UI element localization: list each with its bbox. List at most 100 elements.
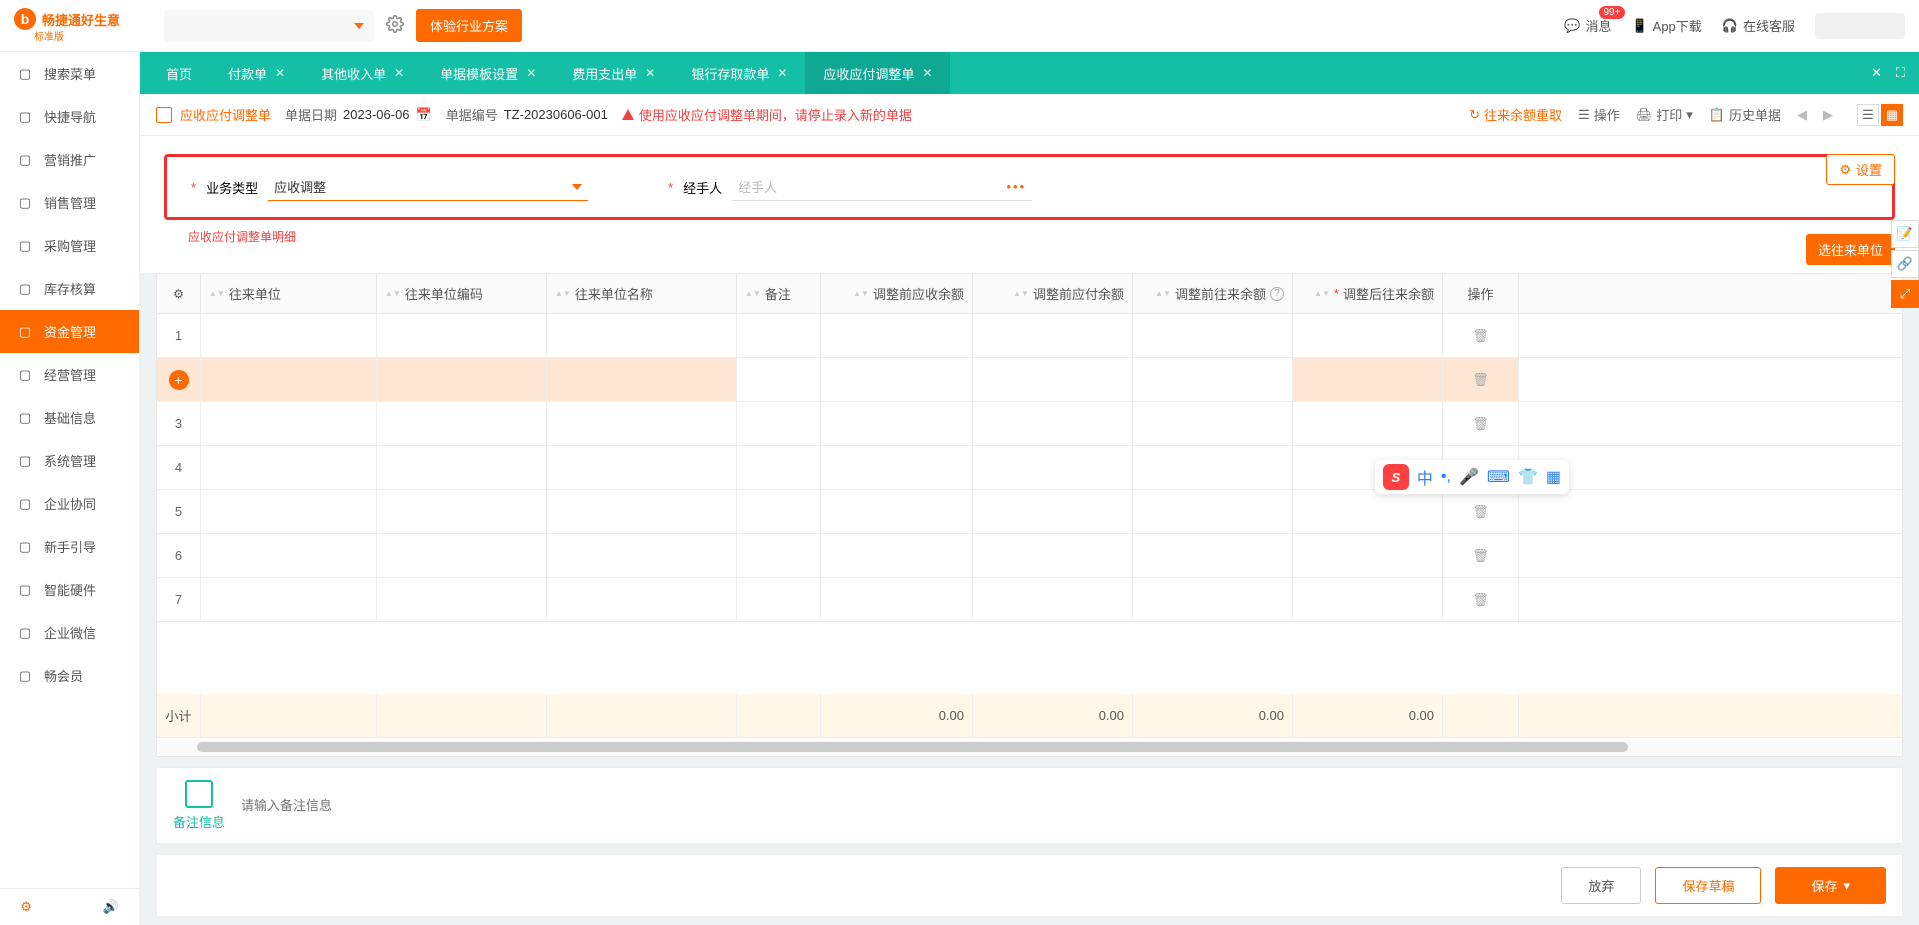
horizontal-scrollbar[interactable] xyxy=(157,740,1902,754)
tab[interactable]: 应收应付调整单✕ xyxy=(805,52,950,94)
biz-type-select[interactable]: 应收调整 xyxy=(268,173,588,201)
add-row-icon[interactable]: + xyxy=(169,370,189,390)
ime-toolbox-icon[interactable]: ▦ xyxy=(1546,467,1561,487)
more-icon[interactable]: ••• xyxy=(1007,179,1027,194)
sidebar-item-chart[interactable]: ▢经营管理 xyxy=(0,353,139,396)
tab[interactable]: 银行存取款单✕ xyxy=(673,52,805,94)
ime-mic-icon[interactable]: 🎤 xyxy=(1459,467,1479,487)
calendar-icon[interactable]: 📅 xyxy=(416,107,432,123)
view-grid[interactable]: ▦ xyxy=(1881,104,1903,126)
user-avatar[interactable] xyxy=(1815,13,1905,39)
next-icon[interactable]: ▶ xyxy=(1823,107,1833,123)
col-balance-before[interactable]: ▲▼调整前往来余额? xyxy=(1133,274,1293,313)
tab-close-all[interactable]: ✕ xyxy=(1871,65,1882,81)
col-remark[interactable]: ▲▼备注 xyxy=(737,274,821,313)
sidebar-item-wallet[interactable]: ▢资金管理 xyxy=(0,310,139,353)
settings-button[interactable]: ⚙设置 xyxy=(1826,154,1895,185)
history-button[interactable]: 📋 历史单据 xyxy=(1709,105,1781,124)
prev-icon[interactable]: ◀ xyxy=(1797,107,1807,123)
handler-input[interactable]: 经手人••• xyxy=(732,173,1032,201)
tab-expand[interactable]: ⛶ xyxy=(1896,65,1905,81)
table-row[interactable]: 6🗑 xyxy=(157,534,1902,578)
warning-icon xyxy=(622,109,634,120)
sidebar-item-vip[interactable]: ▢畅会员 xyxy=(0,654,139,697)
close-icon[interactable]: ✕ xyxy=(526,66,536,80)
table-row[interactable]: 3🗑 xyxy=(157,402,1902,446)
close-icon[interactable]: ✕ xyxy=(394,66,404,80)
tab[interactable]: 单据模板设置✕ xyxy=(422,52,554,94)
table-row[interactable]: 7🗑 xyxy=(157,578,1902,622)
wechat-icon: ▢ xyxy=(16,624,34,642)
sidebar-item-book[interactable]: ▢新手引导 xyxy=(0,525,139,568)
org-selector[interactable] xyxy=(164,10,374,42)
sidebar-item-db[interactable]: ▢基础信息 xyxy=(0,396,139,439)
close-icon[interactable]: ✕ xyxy=(922,66,932,80)
col-unit[interactable]: ▲▼往来单位 xyxy=(201,274,377,313)
close-icon[interactable]: ✕ xyxy=(777,66,787,80)
delete-row-icon[interactable]: 🗑 xyxy=(1472,416,1489,432)
sidebar-item-home[interactable]: ▢快捷导航 xyxy=(0,95,139,138)
reset-balance-button[interactable]: ↻ 往来余额重取 xyxy=(1469,105,1562,124)
sidebar-item-bag[interactable]: ▢销售管理 xyxy=(0,181,139,224)
table-row[interactable]: 5🗑 xyxy=(157,490,1902,534)
sidebar-item-wechat[interactable]: ▢企业微信 xyxy=(0,611,139,654)
online-service-button[interactable]: 🎧在线客服 xyxy=(1722,16,1795,35)
ime-lang[interactable]: 中 xyxy=(1417,465,1433,489)
table-row[interactable]: 1🗑 xyxy=(157,314,1902,358)
tab[interactable]: 其他收入单✕ xyxy=(303,52,422,94)
messages-button[interactable]: 💬消息99+ xyxy=(1564,16,1611,35)
app-download-button[interactable]: 📱App下载 xyxy=(1631,16,1701,35)
brand-icon: b xyxy=(14,8,36,30)
help-icon[interactable]: ? xyxy=(1270,287,1284,301)
sidebar-item-box[interactable]: ▢库存核算 xyxy=(0,267,139,310)
remark-icon: 备注信息 xyxy=(173,780,225,831)
ime-punct-icon[interactable]: •, xyxy=(1441,468,1451,486)
grid-header: ⚙ ▲▼往来单位 ▲▼往来单位编码 ▲▼往来单位名称 ▲▼备注 ▲▼调整前应收余… xyxy=(157,274,1902,314)
sidebar-item-chip[interactable]: ▢智能硬件 xyxy=(0,568,139,611)
col-pay-before[interactable]: ▲▼调整前应付余额 xyxy=(973,274,1133,313)
collapse-icon[interactable]: ⚙ xyxy=(20,899,32,915)
remark-input[interactable] xyxy=(241,798,1886,813)
delete-row-icon[interactable]: 🗑 xyxy=(1472,592,1489,608)
ime-skin-icon[interactable]: 👕 xyxy=(1518,467,1538,487)
table-row[interactable]: 4🗑 xyxy=(157,446,1902,490)
close-icon[interactable]: ✕ xyxy=(645,66,655,80)
col-code[interactable]: ▲▼往来单位编码 xyxy=(377,274,547,313)
rail-note-icon[interactable]: 📝 xyxy=(1891,220,1919,248)
delete-row-icon[interactable]: 🗑 xyxy=(1472,504,1489,520)
sidebar-item-org[interactable]: ▢企业协同 xyxy=(0,482,139,525)
discard-button[interactable]: 放弃 xyxy=(1561,867,1641,904)
rail-attach-icon[interactable]: 🔗 xyxy=(1891,250,1919,278)
rail-expand-icon[interactable]: ⤢ xyxy=(1891,280,1919,308)
headset-icon: 🎧 xyxy=(1722,18,1738,34)
view-list[interactable]: ☰ xyxy=(1857,104,1879,126)
delete-row-icon[interactable]: 🗑 xyxy=(1472,372,1489,388)
experience-button[interactable]: 体验行业方案 xyxy=(416,9,522,42)
sidebar-item-gift[interactable]: ▢营销推广 xyxy=(0,138,139,181)
remark-section: 备注信息 xyxy=(156,767,1903,844)
print-button[interactable]: 🖨 打印 ▾ xyxy=(1636,105,1693,124)
table-row[interactable]: +🗑 xyxy=(157,358,1902,402)
col-recv-before[interactable]: ▲▼调整前应收余额 xyxy=(821,274,973,313)
sidebar-item-gear[interactable]: ▢系统管理 xyxy=(0,439,139,482)
tab[interactable]: 付款单✕ xyxy=(210,52,303,94)
tab[interactable]: 费用支出单✕ xyxy=(554,52,673,94)
save-button[interactable]: 保存▾ xyxy=(1775,867,1886,904)
save-draft-button[interactable]: 保存草稿 xyxy=(1655,867,1761,904)
ime-toolbar[interactable]: S 中 •, 🎤 ⌨ 👕 ▦ xyxy=(1375,460,1569,494)
sidebar-item-search[interactable]: ▢搜索菜单 xyxy=(0,52,139,95)
close-icon[interactable]: ✕ xyxy=(275,66,285,80)
tab[interactable]: 首页 xyxy=(148,52,210,94)
select-unit-button[interactable]: 选往来单位 xyxy=(1806,234,1895,265)
col-balance-after[interactable]: ▲▼*调整后往来余额 xyxy=(1293,274,1443,313)
doc-date[interactable]: 2023-06-06 xyxy=(343,107,410,122)
sound-icon[interactable]: 🔊 xyxy=(103,899,119,915)
delete-row-icon[interactable]: 🗑 xyxy=(1472,548,1489,564)
delete-row-icon[interactable]: 🗑 xyxy=(1472,328,1489,344)
sidebar-item-cart[interactable]: ▢采购管理 xyxy=(0,224,139,267)
settings-button[interactable] xyxy=(386,15,404,36)
operate-button[interactable]: ☰ 操作 xyxy=(1578,105,1620,124)
gear-column[interactable]: ⚙ xyxy=(157,274,201,313)
ime-keyboard-icon[interactable]: ⌨ xyxy=(1487,467,1510,487)
col-name[interactable]: ▲▼往来单位名称 xyxy=(547,274,737,313)
